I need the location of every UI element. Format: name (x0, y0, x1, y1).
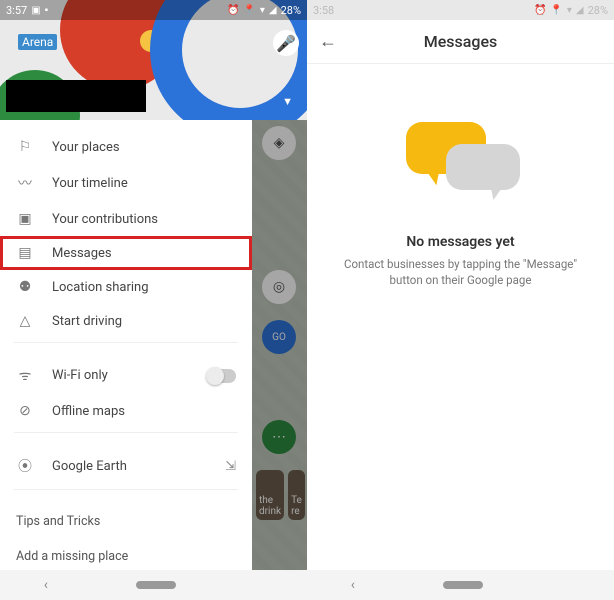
map-background: 🎤 ◈ ◎ GO ⋯ the drink Te re (252, 120, 307, 570)
right-screenshot: 3:58 ⏰ 📍 ▾ ◢ 28% ← Messages No messages … (307, 0, 614, 570)
system-nav-bar: ‹ ‹ (0, 570, 614, 600)
menu-label: Offline maps (52, 404, 125, 419)
menu-add-missing-place[interactable]: Add a missing place (0, 539, 252, 570)
status-time: 3:58 (313, 4, 334, 17)
alarm-icon: ⏰ (227, 5, 239, 16)
menu-label: Your timeline (52, 176, 128, 191)
offline-icon: ⊘ (16, 403, 34, 419)
divider (14, 342, 238, 343)
page-title: Messages (337, 32, 602, 51)
nav-back-icon[interactable]: ‹ (44, 577, 48, 593)
driving-icon: △ (16, 313, 34, 329)
arena-badge: Arena (18, 34, 57, 50)
menu-google-earth[interactable]: ⦿ Google Earth ⇲ (0, 447, 252, 485)
wifi-icon: ▾ (567, 5, 572, 16)
status-bar-left: 3:57 ▣ ▪ ⏰ 📍 ▾ ◢ 28% (0, 0, 307, 20)
menu-label: Tips and Tricks (16, 514, 100, 529)
pin-icon: ⚐ (16, 139, 34, 155)
menu-your-timeline[interactable]: 〰 Your timeline (0, 164, 252, 202)
divider (14, 489, 238, 490)
menu-label: Messages (52, 246, 112, 261)
earth-icon: ⦿ (16, 456, 34, 476)
menu-start-driving[interactable]: △ Start driving (0, 304, 252, 338)
location-sharing-icon: ⚉ (16, 279, 34, 295)
menu-wifi-only[interactable]: ᯤ Wi-Fi only (0, 357, 252, 394)
messages-icon: ▤ (16, 245, 34, 261)
menu-offline-maps[interactable]: ⊘ Offline maps (0, 394, 252, 428)
menu-your-contributions[interactable]: ▣ Your contributions (0, 202, 252, 236)
mic-icon[interactable]: 🎤 (273, 30, 299, 56)
empty-title: No messages yet (331, 234, 590, 250)
menu-label: Location sharing (52, 280, 149, 295)
nav-back-icon[interactable]: ‹ (351, 577, 355, 593)
menu-label: Add a missing place (16, 549, 128, 564)
status-time: 3:57 (6, 4, 27, 17)
wifi-icon: ᯤ (16, 366, 34, 385)
menu-label: Your places (52, 140, 120, 155)
alarm-icon: ⏰ (534, 5, 546, 16)
nav-home-pill[interactable] (136, 581, 176, 589)
location-icon: 📍 (243, 5, 255, 16)
menu-label: Google Earth (52, 459, 127, 474)
redacted-area (6, 80, 146, 112)
chat-bubbles-illustration (396, 114, 526, 204)
empty-hint: Contact businesses by tapping the "Messa… (331, 256, 590, 288)
wifi-icon: ▾ (260, 5, 265, 16)
divider (14, 432, 238, 433)
nav-home-pill[interactable] (443, 581, 483, 589)
battery-text: 28% (281, 4, 301, 17)
menu-location-sharing[interactable]: ⚉ Location sharing (0, 270, 252, 304)
app-bar: ← Messages (307, 20, 614, 64)
left-screenshot: 3:57 ▣ ▪ ⏰ 📍 ▾ ◢ 28% Arena ▼ 🎤 ◈ ◎ (0, 0, 307, 570)
contributions-icon: ▣ (16, 211, 34, 227)
menu-messages[interactable]: ▤ Messages (0, 236, 252, 270)
wifi-only-toggle[interactable] (206, 369, 236, 383)
nav-drawer: ⚐ Your places 〰 Your timeline ▣ Your contri… (0, 120, 252, 570)
status-bar-right: 3:58 ⏰ 📍 ▾ ◢ 28% (307, 0, 614, 20)
signal-icon: ◢ (269, 5, 277, 16)
menu-label: Wi-Fi only (52, 368, 108, 383)
account-dropdown-icon[interactable]: ▼ (282, 95, 293, 108)
back-button[interactable]: ← (319, 31, 337, 52)
menu-tips-tricks[interactable]: Tips and Tricks (0, 504, 252, 539)
menu-label: Start driving (52, 314, 122, 329)
notification-icon: ▣ (31, 5, 40, 16)
empty-state: No messages yet Contact businesses by ta… (307, 64, 614, 328)
battery-text: 28% (588, 4, 608, 17)
menu-your-places[interactable]: ⚐ Your places (0, 130, 252, 164)
external-icon: ⇲ (225, 459, 236, 474)
menu-label: Your contributions (52, 212, 158, 227)
notification-icon: ▪ (45, 5, 49, 16)
timeline-icon: 〰 (16, 173, 34, 193)
location-icon: 📍 (550, 5, 562, 16)
signal-icon: ◢ (576, 5, 584, 16)
